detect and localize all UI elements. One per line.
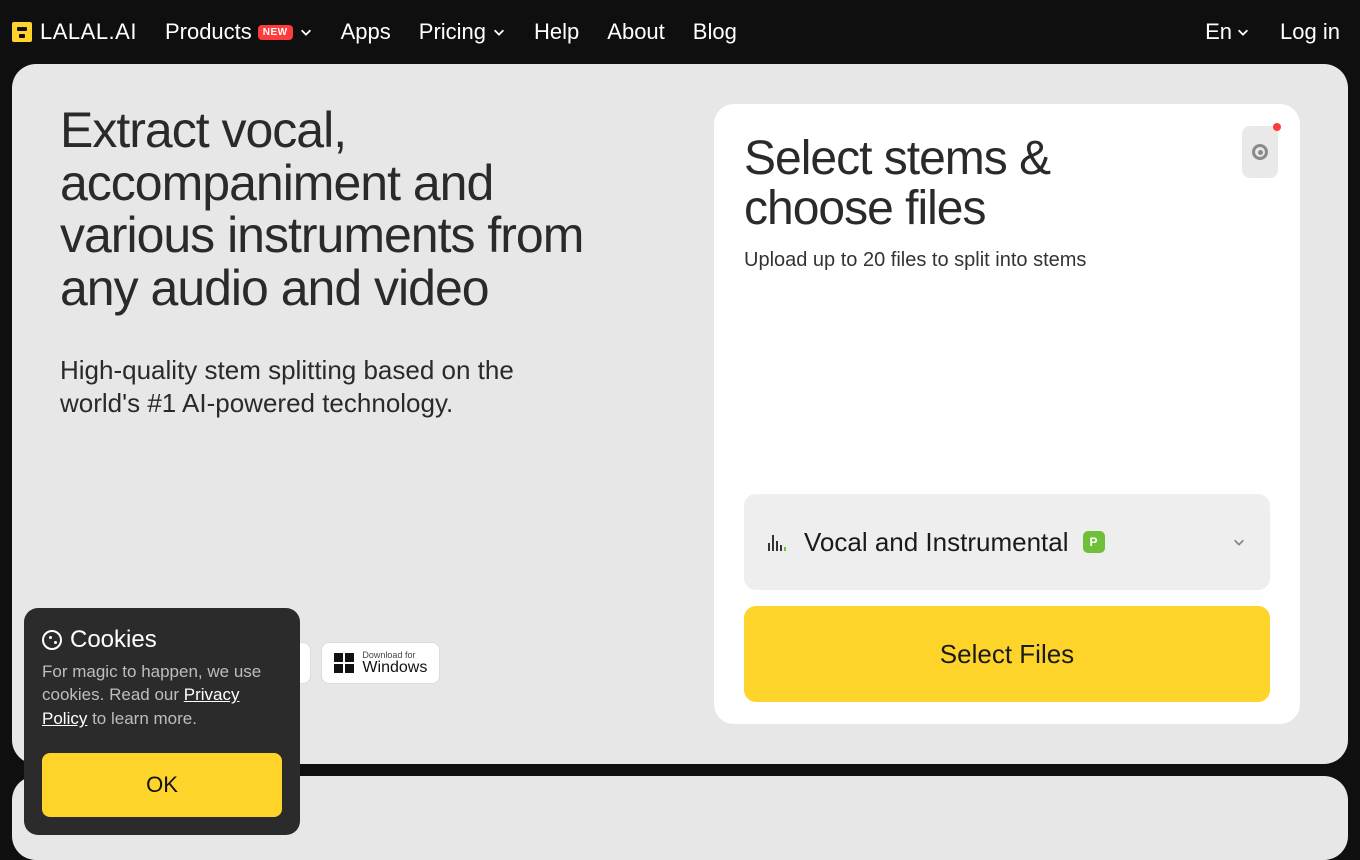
nav-blog-label: Blog	[693, 19, 737, 45]
download-windows[interactable]: Download for Windows	[321, 642, 440, 684]
gear-icon	[1252, 144, 1268, 160]
badge-new: NEW	[258, 25, 293, 40]
language-selector[interactable]: En	[1205, 19, 1250, 45]
logo-text: LALAL.AI	[40, 19, 137, 45]
login-link[interactable]: Log in	[1280, 19, 1340, 45]
stem-type-label: Vocal and Instrumental	[804, 527, 1069, 558]
nav-pricing-label: Pricing	[419, 19, 486, 45]
nav-apps-label: Apps	[341, 19, 391, 45]
logo[interactable]: LALAL.AI	[12, 19, 137, 45]
upload-title: Select stems & choose files	[744, 134, 1184, 235]
cookie-text-2: to learn more.	[87, 709, 197, 728]
cookie-title: Cookies	[70, 626, 157, 654]
logo-icon	[12, 22, 32, 42]
nav-about-label: About	[607, 19, 665, 45]
stem-type-dropdown[interactable]: Vocal and Instrumental P	[744, 494, 1270, 590]
waveform-icon	[768, 533, 790, 551]
login-label: Log in	[1280, 19, 1340, 44]
cookie-body: For magic to happen, we use cookies. Rea…	[42, 660, 282, 731]
chevron-down-icon	[492, 25, 506, 39]
chevron-down-icon	[1236, 25, 1250, 39]
upload-subtitle: Upload up to 20 files to split into stem…	[744, 249, 1270, 272]
cookie-ok-label: OK	[146, 772, 178, 798]
nav-apps[interactable]: Apps	[341, 19, 391, 45]
hero-title: Extract vocal, accompaniment and various…	[60, 104, 660, 314]
nav-blog[interactable]: Blog	[693, 19, 737, 45]
upload-panel: Select stems & choose files Upload up to…	[714, 104, 1300, 724]
cookie-title-row: Cookies	[42, 626, 282, 654]
nav-help-label: Help	[534, 19, 579, 45]
hero-subtitle: High-quality stem splitting based on the…	[60, 354, 580, 419]
select-files-button[interactable]: Select Files	[744, 606, 1270, 702]
nav-pricing[interactable]: Pricing	[419, 19, 506, 45]
nav-products-label: Products	[165, 19, 252, 45]
phoenix-badge-icon: P	[1083, 531, 1105, 553]
cookie-ok-button[interactable]: OK	[42, 753, 282, 817]
download-windows-label: Windows	[362, 660, 427, 676]
chevron-down-icon	[1232, 535, 1246, 549]
nav-links: Products NEW Apps Pricing Help About Blo…	[165, 19, 737, 45]
select-files-label: Select Files	[940, 639, 1074, 670]
nav-products[interactable]: Products NEW	[165, 19, 313, 45]
top-nav: LALAL.AI Products NEW Apps Pricing Help …	[0, 0, 1360, 64]
nav-help[interactable]: Help	[534, 19, 579, 45]
language-label: En	[1205, 19, 1232, 45]
chevron-down-icon	[299, 25, 313, 39]
windows-icon	[334, 653, 354, 673]
cookie-consent-modal: Cookies For magic to happen, we use cook…	[24, 608, 300, 835]
cookie-icon	[42, 630, 62, 650]
nav-about[interactable]: About	[607, 19, 665, 45]
settings-button[interactable]	[1242, 126, 1278, 178]
